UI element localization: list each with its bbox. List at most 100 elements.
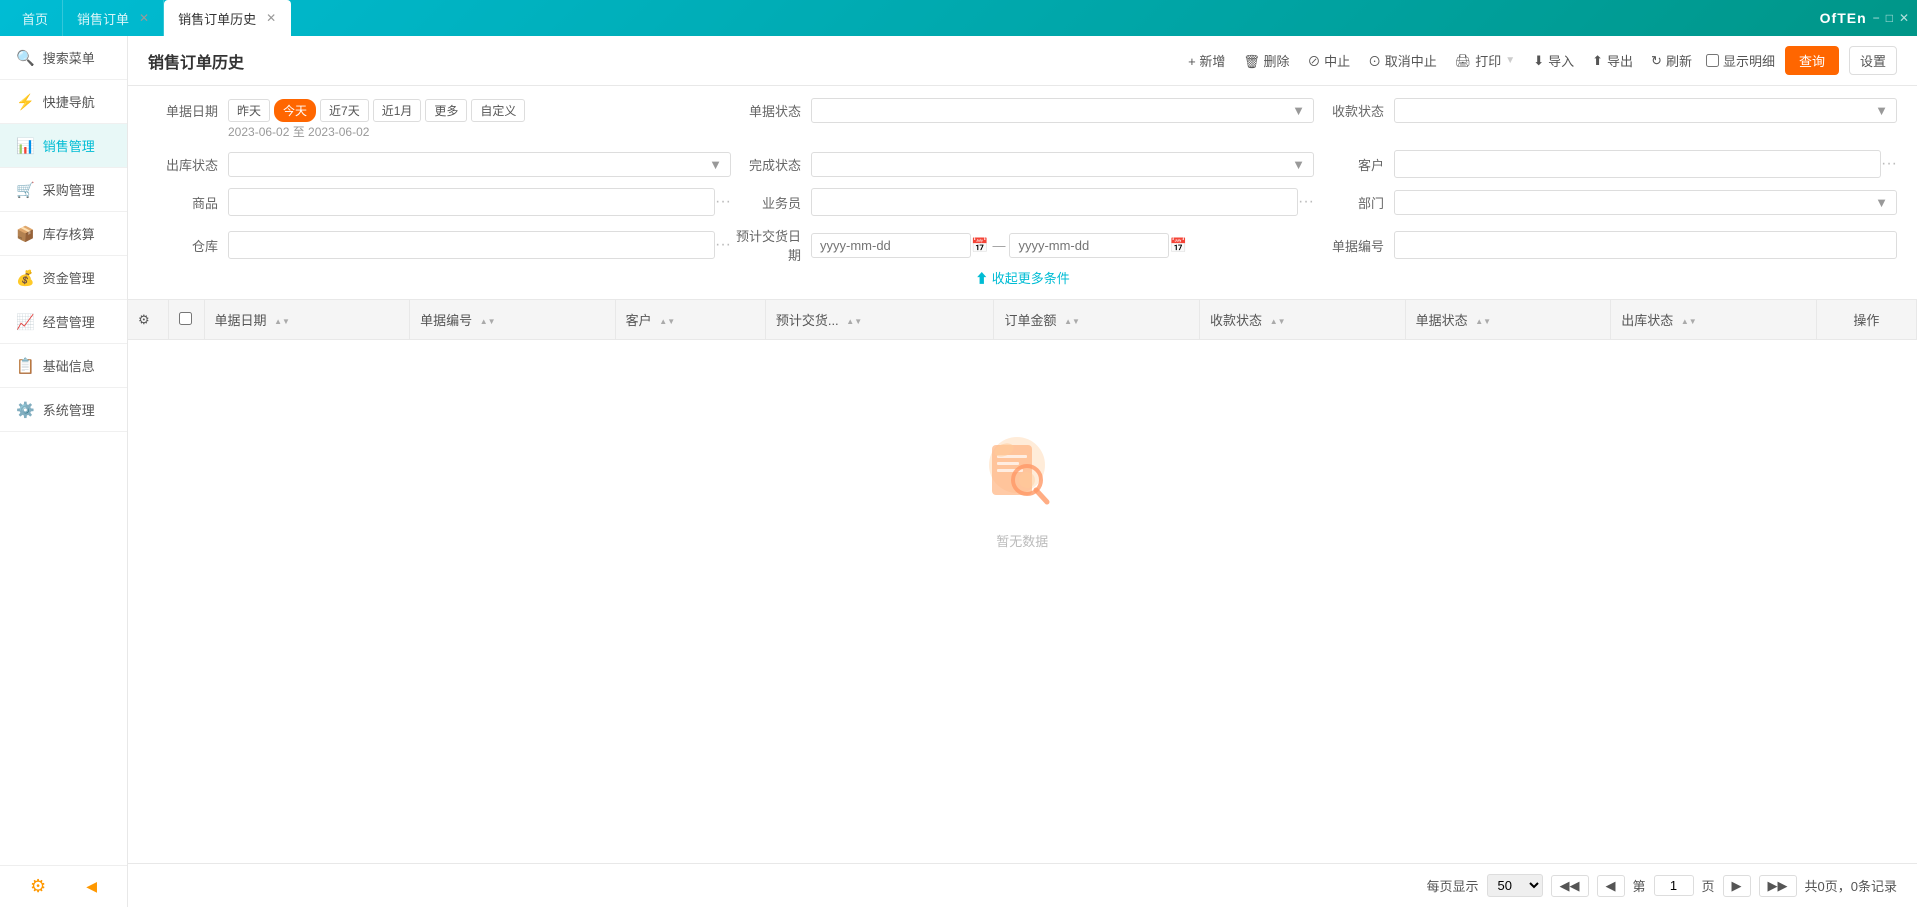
date-btn-today[interactable]: 今天: [274, 99, 316, 122]
sidebar: 🔍 搜索菜单 ⚡ 快捷导航 📊 销售管理 🛒 采购管理 📦 库存核算 💰 资金管…: [0, 36, 128, 907]
date-btn-more[interactable]: 更多: [425, 99, 467, 122]
sidebar-item-quick-nav[interactable]: ⚡ 快捷导航: [0, 80, 127, 124]
product-input[interactable]: [228, 188, 715, 216]
receipt-status-select[interactable]: ▼: [1394, 98, 1897, 123]
salesperson-label: 业务员: [731, 193, 811, 212]
filter-docnumber-cell: 单据编号: [1314, 226, 1897, 264]
sidebar-item-operations[interactable]: 📈 经营管理: [0, 300, 127, 344]
print-dropdown-icon[interactable]: ▼: [1505, 55, 1515, 66]
page-label: 第: [1633, 876, 1646, 895]
quick-nav-icon: ⚡: [16, 93, 35, 111]
next-page-button[interactable]: ▶: [1723, 875, 1751, 897]
window-minimize[interactable]: −: [1873, 11, 1880, 25]
doc-status-chevron: ▼: [1292, 103, 1305, 118]
sidebar-item-inventory[interactable]: 📦 库存核算: [0, 212, 127, 256]
date-btn-7days[interactable]: 近7天: [320, 99, 369, 122]
warehouse-dots[interactable]: ···: [715, 236, 731, 254]
calendar-from-icon[interactable]: 📅: [971, 237, 988, 254]
prev-page-button[interactable]: ◀: [1597, 875, 1625, 897]
date-btn-1month[interactable]: 近1月: [373, 99, 422, 122]
date-btn-yesterday[interactable]: 昨天: [228, 99, 270, 122]
last-page-button[interactable]: ▶▶: [1759, 875, 1797, 897]
filter-row-1: 单据日期 昨天 今天 近7天 近1月 更多 自定义 单据状态: [148, 98, 1897, 123]
window-maximize[interactable]: □: [1886, 11, 1893, 25]
filter-department-cell: 部门 ▼: [1314, 188, 1897, 216]
tab-sales-order-close[interactable]: ✕: [139, 11, 149, 25]
filter-row-4: 仓库 ··· 预计交货日期 📅 — 📅 单据编号: [148, 226, 1897, 264]
expected-date-from[interactable]: [811, 233, 971, 258]
toolbar: + 新增 🗑 删除 ⊘ 中止 ⊙ 取消中止 🖨 🖨 打印 打印 ▼ ⬇ 导入 ⬆…: [1184, 46, 1897, 75]
sidebar-item-sales[interactable]: 📊 销售管理: [0, 124, 127, 168]
docnumber-input[interactable]: [1394, 231, 1897, 259]
sort-doc-status-icon[interactable]: ▲▼: [1475, 317, 1491, 326]
window-close[interactable]: ✕: [1899, 11, 1909, 25]
empty-text: 暂无数据: [128, 531, 1917, 550]
calendar-to-icon[interactable]: 📅: [1169, 237, 1186, 254]
sidebar-item-system[interactable]: ⚙️ 系统管理: [0, 388, 127, 432]
filter-expected-date-cell: 预计交货日期 📅 — 📅: [731, 226, 1314, 264]
export-button[interactable]: ⬆ 导出: [1588, 49, 1637, 72]
sidebar-settings-icon[interactable]: ⚙: [30, 876, 46, 897]
warehouse-input[interactable]: [228, 231, 715, 259]
sidebar-item-search-menu[interactable]: 🔍 搜索菜单: [0, 36, 127, 80]
import-button[interactable]: ⬇ 导入: [1529, 49, 1578, 72]
filter-warehouse-cell: 仓库 ···: [148, 226, 731, 264]
query-button[interactable]: 查询: [1785, 46, 1839, 75]
sidebar-item-finance[interactable]: 💰 资金管理: [0, 256, 127, 300]
page-header: 销售订单历史 + 新增 🗑 删除 ⊘ 中止 ⊙ 取消中止 🖨 🖨 打印 打印 ▼…: [128, 36, 1917, 86]
tab-home[interactable]: 首页: [8, 0, 63, 36]
filter-customer-cell: 客户 ···: [1314, 150, 1897, 178]
sort-receipt-status-icon[interactable]: ▲▼: [1270, 317, 1286, 326]
table-settings-icon[interactable]: ⚙: [138, 312, 150, 327]
customer-input[interactable]: [1394, 150, 1881, 178]
tab-sales-order-history[interactable]: 销售订单历史 ✕: [164, 0, 291, 36]
product-dots[interactable]: ···: [715, 193, 731, 211]
sidebar-item-purchase[interactable]: 🛒 采购管理: [0, 168, 127, 212]
outbound-select[interactable]: ▼: [228, 152, 731, 177]
sidebar-item-base-info[interactable]: 📋 基础信息: [0, 344, 127, 388]
department-select[interactable]: ▼: [1394, 190, 1897, 215]
page-size-select[interactable]: 50 10 20 100: [1487, 874, 1543, 897]
filter-doc-status-cell: 单据状态 ▼: [731, 98, 1314, 123]
tab-sales-order[interactable]: 销售订单 ✕: [63, 0, 164, 36]
tab-sales-order-history-close[interactable]: ✕: [266, 11, 276, 25]
new-button[interactable]: + 新增: [1184, 49, 1229, 72]
page-number-input[interactable]: [1654, 875, 1694, 896]
th-expected-date: 预计交货... ▲▼: [765, 300, 994, 340]
expected-date-label: 预计交货日期: [731, 226, 811, 264]
display-toggle-checkbox[interactable]: [1706, 54, 1719, 67]
salesperson-input[interactable]: [811, 188, 1298, 216]
sort-amount-icon[interactable]: ▲▼: [1064, 317, 1080, 326]
stop-button[interactable]: ⊘ 中止: [1304, 49, 1355, 72]
display-toggle[interactable]: 显示明细: [1706, 51, 1775, 70]
select-all-checkbox[interactable]: [179, 312, 192, 325]
customer-label: 客户: [1314, 155, 1394, 174]
product-label: 商品: [148, 193, 228, 212]
sort-number-icon[interactable]: ▲▼: [480, 317, 496, 326]
th-outbound-status: 出库状态 ▲▼: [1611, 300, 1817, 340]
sort-date-icon[interactable]: ▲▼: [274, 317, 290, 326]
warehouse-label: 仓库: [148, 236, 228, 255]
customer-dots[interactable]: ···: [1881, 155, 1897, 173]
setting-button[interactable]: 设置: [1849, 46, 1897, 75]
sort-customer-icon[interactable]: ▲▼: [659, 317, 675, 326]
refresh-button[interactable]: ↻ 刷新: [1647, 49, 1696, 72]
cancel-stop-button[interactable]: ⊙ 取消中止: [1364, 49, 1441, 72]
expected-date-to[interactable]: [1009, 233, 1169, 258]
sort-expected-date-icon[interactable]: ▲▼: [846, 317, 862, 326]
date-btn-custom[interactable]: 自定义: [471, 99, 525, 122]
table-header-row: ⚙ 单据日期 ▲▼ 单据编号 ▲▼: [128, 300, 1917, 340]
sidebar-collapse-icon[interactable]: ◀: [86, 878, 97, 895]
th-settings[interactable]: ⚙: [128, 300, 168, 340]
total-records-label: 共0页，0条记录: [1805, 876, 1897, 895]
collapse-row[interactable]: ⬆ 收起更多条件: [148, 268, 1897, 287]
doc-status-select[interactable]: ▼: [811, 98, 1314, 123]
filter-receipt-status-cell: 收款状态 ▼: [1314, 98, 1897, 123]
th-checkbox: [168, 300, 204, 340]
complete-select[interactable]: ▼: [811, 152, 1314, 177]
print-button[interactable]: 🖨 🖨 打印 打印 ▼: [1451, 49, 1519, 72]
salesperson-dots[interactable]: ···: [1298, 193, 1314, 211]
delete-button[interactable]: 🗑 删除: [1239, 49, 1293, 72]
sort-outbound-status-icon[interactable]: ▲▼: [1681, 317, 1697, 326]
first-page-button[interactable]: ◀◀: [1551, 875, 1589, 897]
